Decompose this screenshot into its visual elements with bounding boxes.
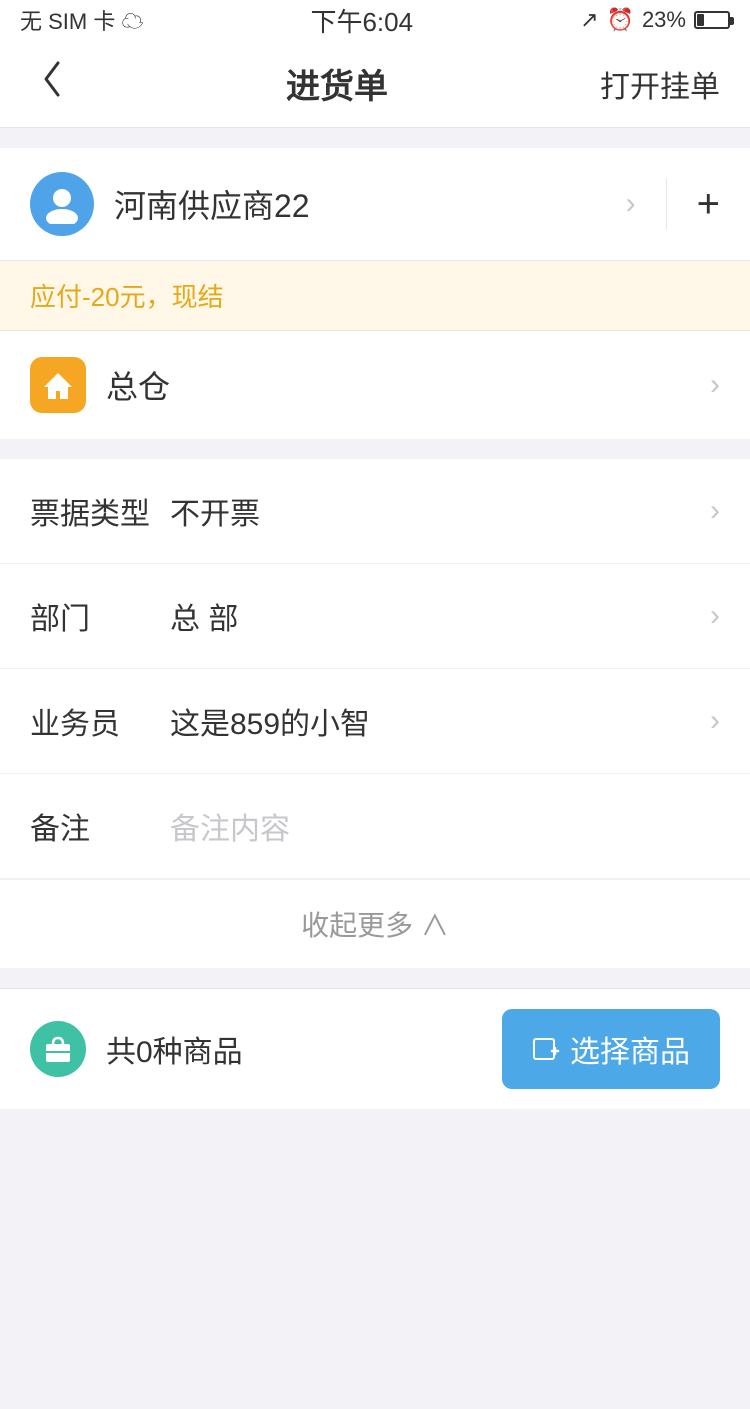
collapse-label: 收起更多 ∧: [301, 904, 449, 944]
status-right: ↗ ⏰ 23%: [580, 7, 730, 33]
status-left: 无 SIM 卡 ☁: [20, 4, 143, 36]
collapse-button[interactable]: 收起更多 ∧: [0, 879, 750, 968]
warehouse-chevron-icon: ›: [710, 368, 720, 402]
form-row-salesperson[interactable]: 业务员 这是859的小智 ›: [0, 669, 750, 774]
nav-bar: 进货单 打开挂单: [0, 40, 750, 128]
status-time: 下午6:04: [310, 2, 413, 39]
supplier-divider: [666, 179, 667, 229]
label-salesperson: 业务员: [30, 699, 170, 743]
product-count-icon: [30, 1021, 86, 1077]
supplier-name: 河南供应商22: [114, 181, 626, 227]
label-invoice-type: 票据类型: [30, 489, 170, 533]
alarm-icon: ⏰: [607, 7, 634, 33]
select-product-button[interactable]: 选择商品: [502, 1009, 720, 1089]
invoice-type-chevron-icon: ›: [710, 494, 720, 528]
person-icon: [42, 184, 82, 224]
department-chevron-icon: ›: [710, 599, 720, 633]
shopping-bag-icon: [41, 1032, 75, 1066]
signal-text: 无 SIM 卡 ☁: [20, 4, 143, 36]
page-title: 进货单: [286, 59, 388, 108]
select-product-label: 选择商品: [570, 1027, 690, 1071]
value-invoice-type: 不开票: [170, 489, 710, 533]
add-supplier-button[interactable]: +: [697, 182, 720, 227]
supplier-avatar: [30, 172, 94, 236]
back-button[interactable]: [30, 49, 74, 119]
value-remark[interactable]: 备注内容: [170, 804, 720, 848]
product-count-text: 共0种商品: [106, 1027, 502, 1071]
warehouse-icon: [30, 357, 86, 413]
label-remark: 备注: [30, 804, 170, 848]
open-pending-button[interactable]: 打开挂单: [600, 62, 720, 106]
notice-bar: 应付-20元，现结: [0, 261, 750, 330]
status-bar: 无 SIM 卡 ☁ 下午6:04 ↗ ⏰ 23%: [0, 0, 750, 40]
warehouse-name: 总仓: [106, 362, 710, 408]
supplier-row[interactable]: 河南供应商22 › +: [0, 148, 750, 261]
back-arrow-icon: [40, 59, 64, 99]
house-icon: [42, 369, 74, 401]
form-row-remark[interactable]: 备注 备注内容: [0, 774, 750, 879]
select-product-icon: [532, 1035, 560, 1063]
bottom-bar: 共0种商品 选择商品: [0, 988, 750, 1109]
supplier-chevron-icon: ›: [626, 187, 636, 221]
salesperson-chevron-icon: ›: [710, 704, 720, 738]
form-row-department[interactable]: 部门 总 部 ›: [0, 564, 750, 669]
body-background: [0, 1109, 750, 1409]
section-divider-1: [0, 128, 750, 148]
warehouse-row[interactable]: 总仓 ›: [0, 330, 750, 439]
label-department: 部门: [30, 594, 170, 638]
battery-percent: 23%: [642, 7, 686, 33]
form-row-invoice-type[interactable]: 票据类型 不开票 ›: [0, 459, 750, 564]
location-icon: ↗: [580, 7, 598, 33]
supplier-section: 河南供应商22 › + 应付-20元，现结 总仓 ›: [0, 148, 750, 439]
form-section: 票据类型 不开票 › 部门 总 部 › 业务员 这是859的小智 › 备注 备注…: [0, 459, 750, 968]
supplier-actions: › +: [626, 179, 720, 229]
value-department: 总 部: [170, 594, 710, 638]
battery-icon: [694, 11, 730, 29]
value-salesperson: 这是859的小智: [170, 699, 710, 743]
